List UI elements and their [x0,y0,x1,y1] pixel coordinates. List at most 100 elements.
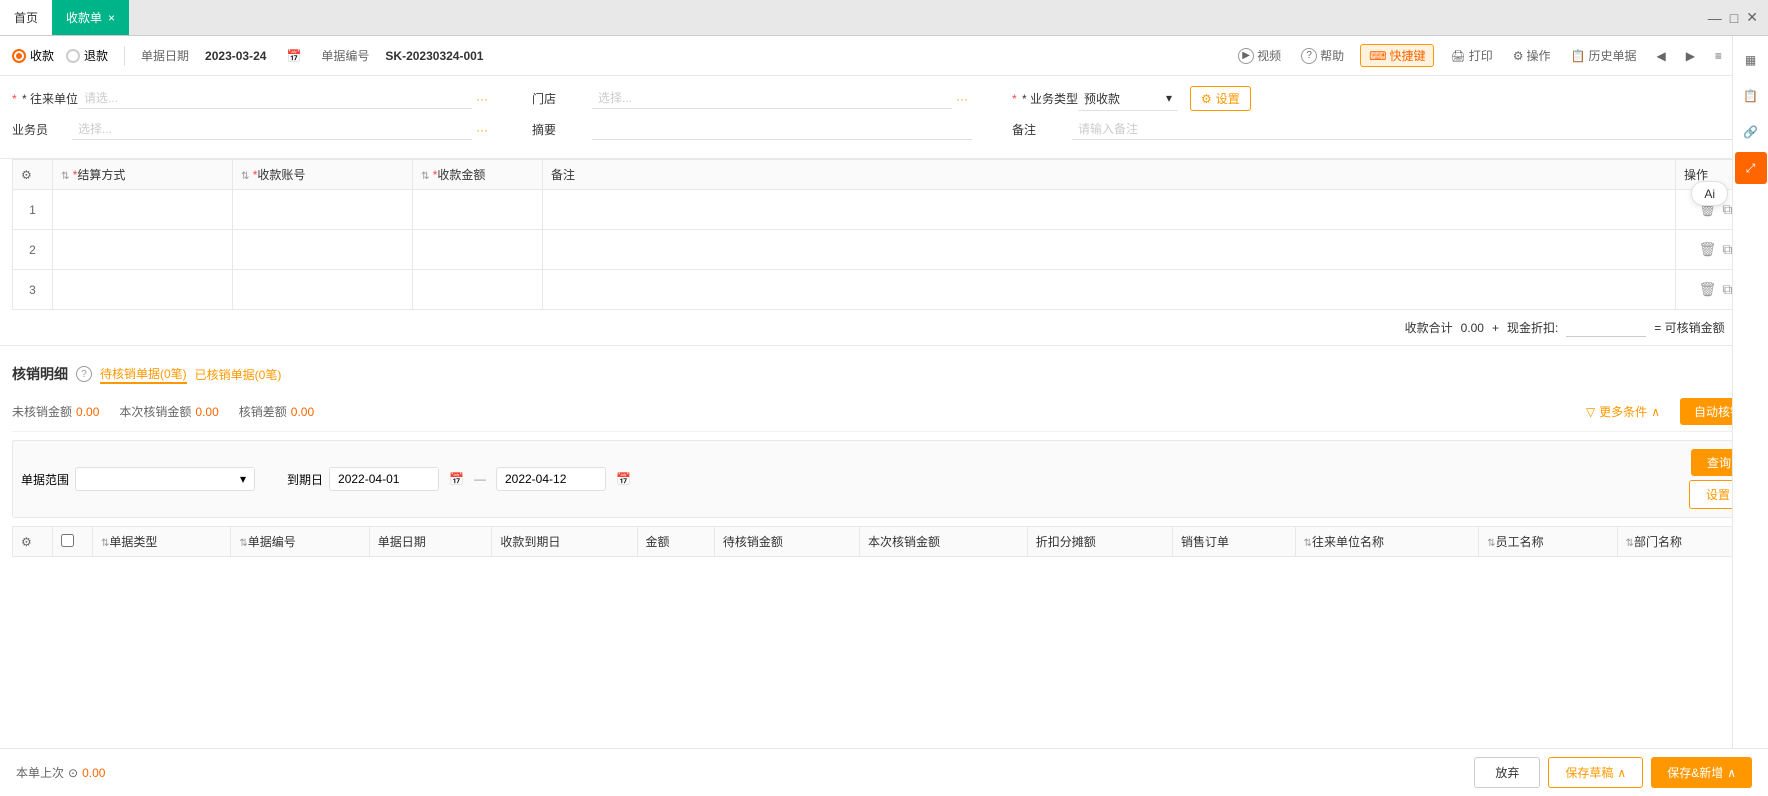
operation-btn[interactable]: ⚙ 操作 [1509,45,1555,66]
row-3-settlement[interactable] [53,270,233,310]
row-3-account[interactable] [233,270,413,310]
receipt-radio-dot [12,49,26,63]
store-input[interactable] [592,88,952,109]
row-1-amount[interactable] [413,190,543,230]
tab-home[interactable]: 首页 [0,0,52,35]
table-gear-icon[interactable]: ⚙ [21,168,32,182]
plus-sign: + [1492,321,1499,335]
staff-input[interactable] [72,119,472,140]
history-btn[interactable]: 📋 历史单据 [1566,45,1640,66]
current-info-icon[interactable]: ⊙ [68,766,78,780]
refund-radio-dot [66,49,80,63]
staff-ellipsis[interactable]: ··· [472,123,492,137]
counterpart-ellipsis[interactable]: ··· [472,92,492,106]
receipt-radio-label: 收款 [30,47,54,64]
ai-badge[interactable]: Ai [1691,181,1728,206]
calendar-icon[interactable]: 📅 [282,47,305,65]
col-pending-b: 待核销金额 [714,527,859,557]
completed-tab[interactable]: 已核销单据(0笔) [195,366,282,383]
row-2-delete-icon[interactable]: 🗑 [1699,241,1717,258]
col-type: ⇅单据类型 [93,527,231,557]
refund-radio-label: 退款 [84,47,108,64]
tab-receipt[interactable]: 收款单 × [52,0,129,35]
help-btn[interactable]: ? 帮助 [1297,45,1348,66]
chevron-down-icon: ▾ [1166,91,1172,105]
pending-tab[interactable]: 待核销单据(0笔) [100,365,187,384]
col-due-date: 收款到期日 [492,527,637,557]
note-field: 备注 [1012,119,1756,140]
tab-home-label: 首页 [14,9,38,26]
row-2-note[interactable] [543,230,1676,270]
discount-input[interactable] [1566,318,1646,337]
verification-info-icon[interactable]: ? [76,366,92,382]
row-3-copy-icon[interactable]: ⧉ [1722,281,1732,298]
counterpart-field: * * 往来单位 ··· [12,88,492,109]
select-all-checkbox[interactable] [61,534,74,547]
video-btn[interactable]: ▶ 视频 [1234,45,1285,66]
row-2-account[interactable] [233,230,413,270]
row-3-note[interactable] [543,270,1676,310]
top-toolbar: 收款 退款 单据日期 2023-03-24 📅 单据编号 SK-20230324… [0,36,1768,76]
date-separator: — [474,472,486,486]
note-input[interactable] [1072,119,1756,140]
row-2-copy-icon[interactable]: ⧉ [1722,241,1732,258]
receipt-radio[interactable]: 收款 [12,47,54,64]
row-2-settlement[interactable] [53,230,233,270]
date-end-input[interactable] [496,467,606,491]
date-start-input[interactable] [329,467,439,491]
print-btn[interactable]: 🖨 打印 [1446,45,1496,66]
row-2-amount[interactable] [413,230,543,270]
verification-section: 核销明细 ? 待核销单据(0笔) 已核销单据(0笔) 未核销金额 0.00 本次… [0,354,1768,567]
verification-table: ⚙ ⇅单据类型 ⇅单据编号 单据日期 收款到期日 金额 待核销金额 本次 [12,526,1756,557]
sidebar-link-icon[interactable]: 🔗 [1735,116,1767,148]
current-label: 本单上次 [16,764,64,781]
tab-close-icon[interactable]: × [108,11,115,25]
help-icon: ? [1301,48,1317,64]
print-label: 打印 [1469,47,1493,64]
abandon-button[interactable]: 放弃 [1474,757,1540,788]
toolbar-right: ▶ 视频 ? 帮助 ⌨ 快捷键 🖨 打印 ⚙ 操作 📋 历史单据 [1234,44,1756,67]
main-content: 收款 退款 单据日期 2023-03-24 📅 单据编号 SK-20230324… [0,36,1768,796]
minimize-icon[interactable]: — [1708,10,1722,26]
single-no-value: SK-20230324-001 [385,49,483,63]
save-draft-button[interactable]: 保存草稿 ∧ [1548,757,1643,788]
current-amount: 本次核销金额 0.00 [119,403,218,420]
range-dropdown[interactable]: ▾ [75,467,255,491]
shortcut-label: 快捷键 [1389,47,1425,64]
nav-next-icon[interactable]: ▶ [1682,47,1699,65]
bottom-table-gear-icon[interactable]: ⚙ [21,535,32,549]
calendar-end-icon[interactable]: 📅 [616,472,631,486]
current-value: 0.00 [195,405,218,419]
business-type-dropdown[interactable]: 预收款 ▾ [1078,87,1178,111]
close-icon[interactable]: ✕ [1746,9,1758,26]
counterpart-input[interactable] [78,88,472,109]
row-1-copy-icon[interactable]: ⧉ [1722,201,1732,218]
nav-prev-icon[interactable]: ◀ [1652,47,1669,65]
save-new-label: 保存&新增 [1667,764,1723,781]
settings-button[interactable]: ⚙ 设置 [1190,86,1251,111]
current-label: 本次核销金额 [119,403,191,420]
nav-list-icon[interactable]: ≡ [1711,47,1726,65]
row-1-settlement[interactable] [53,190,233,230]
calendar-start-icon[interactable]: 📅 [449,472,464,486]
row-3-delete-icon[interactable]: 🗑 [1699,281,1717,298]
footer-buttons: 放弃 保存草稿 ∧ 保存&新增 ∧ [1474,757,1752,788]
refund-radio[interactable]: 退款 [66,47,108,64]
form-row-2: 业务员 ··· 摘要 备注 [12,119,1756,140]
col-date: 单据日期 [369,527,492,557]
row-1-account[interactable] [233,190,413,230]
filter-icon: ▽ [1586,405,1595,419]
sidebar-table-icon[interactable]: ▦ [1735,44,1767,76]
row-3-amount[interactable] [413,270,543,310]
business-type-label: * * 业务类型 [1012,90,1078,107]
summary-input[interactable] [592,119,972,140]
sidebar-expand-icon[interactable]: ⤢ [1735,152,1767,184]
more-conditions-btn[interactable]: ▽ 更多条件 ∧ [1586,403,1660,420]
maximize-icon[interactable]: □ [1730,10,1738,26]
shortcut-btn[interactable]: ⌨ 快捷键 [1360,44,1434,67]
sidebar-clipboard-icon[interactable]: 📋 [1735,80,1767,112]
row-1-note[interactable] [543,190,1676,230]
store-ellipsis[interactable]: ··· [952,92,972,106]
save-new-button[interactable]: 保存&新增 ∧ [1651,757,1752,788]
print-icon: 🖨 [1450,49,1465,63]
